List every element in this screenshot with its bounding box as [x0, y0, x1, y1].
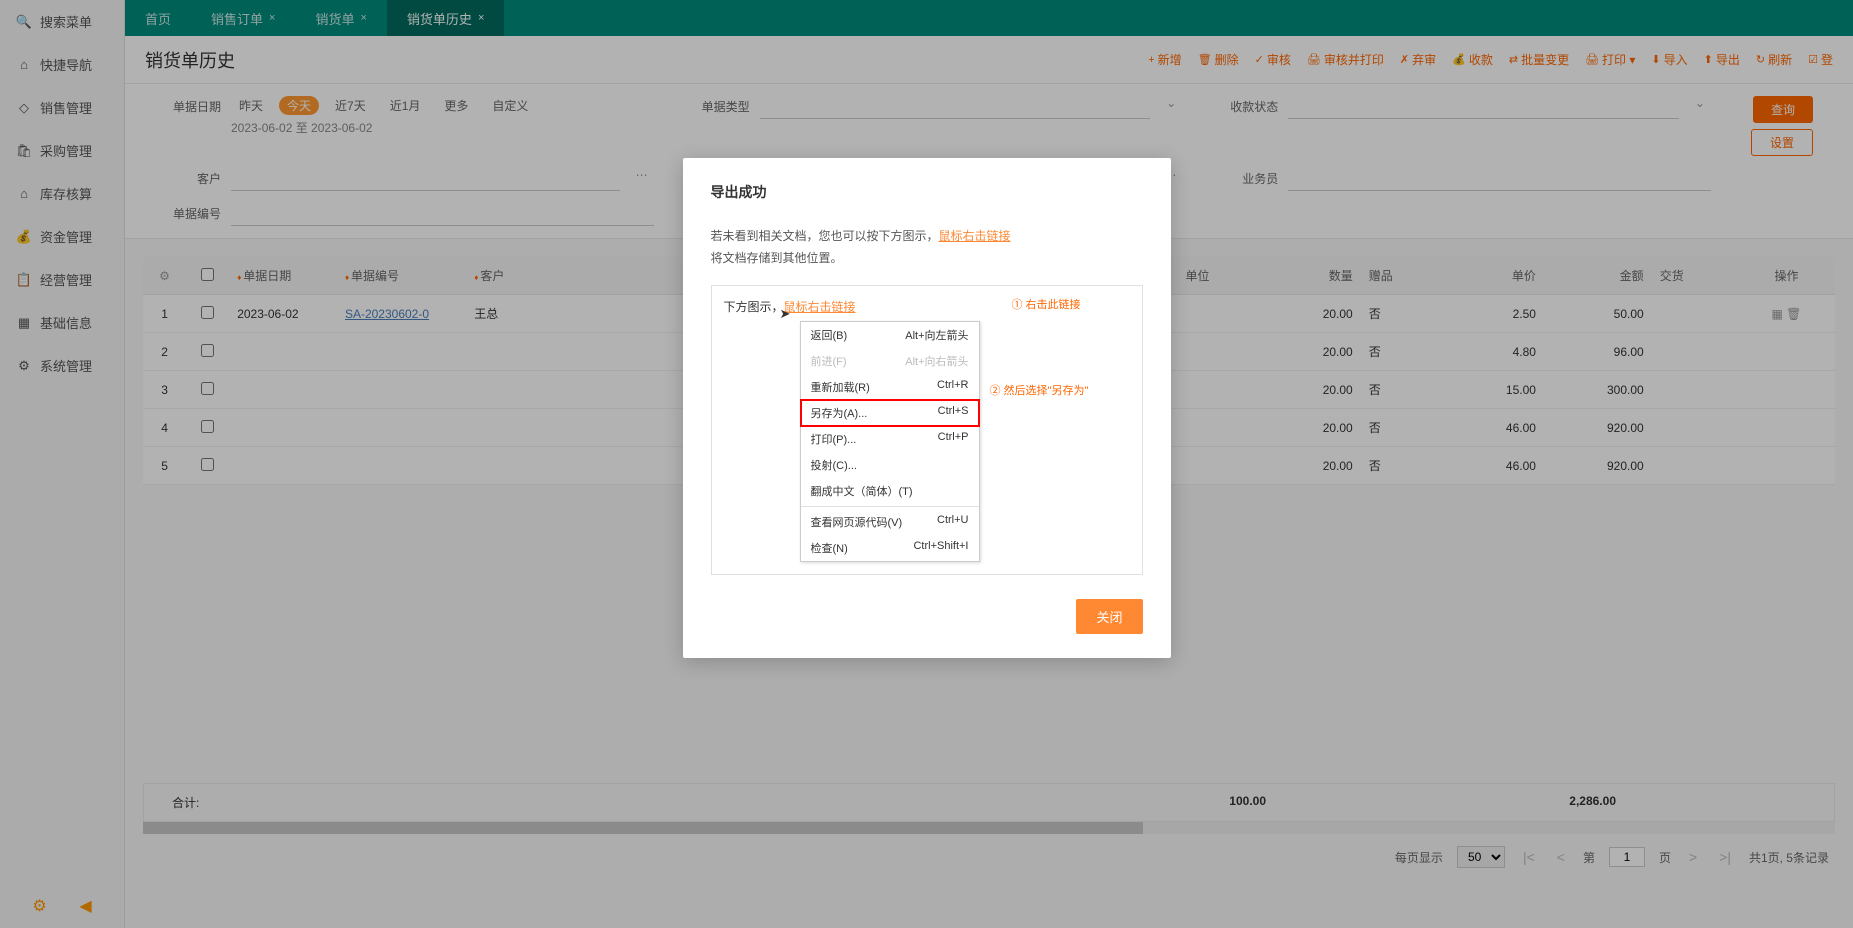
context-menu-example: 返回(B)Alt+向左箭头前进(F)Alt+向右箭头重新加载(R)Ctrl+R另… — [800, 321, 980, 562]
modal-overlay[interactable]: 导出成功 若未看到相关文档，您也可以按下方图示，鼠标右击链接 将文档存储到其他位… — [0, 0, 1853, 928]
annotation-1: ① 右击此链接 — [1012, 296, 1081, 312]
modal-illustration: 下方图示，鼠标右击链接 ➤ ① 右击此链接 ② 然后选择"另存为" 返回(B)A… — [711, 285, 1143, 575]
ctx-item: 返回(B)Alt+向左箭头 — [801, 322, 979, 348]
ctx-item: 检查(N)Ctrl+Shift+I — [801, 535, 979, 561]
cursor-icon: ➤ — [780, 306, 791, 322]
ctx-item: 前进(F)Alt+向右箭头 — [801, 348, 979, 374]
modal-text: 若未看到相关文档，您也可以按下方图示，鼠标右击链接 将文档存储到其他位置。 — [711, 226, 1143, 269]
ctx-item: 投射(C)... — [801, 452, 979, 478]
example-link: 鼠标右击链接 — [784, 300, 856, 314]
ctx-item: 查看网页源代码(V)Ctrl+U — [801, 509, 979, 535]
ctx-item: 打印(P)...Ctrl+P — [801, 426, 979, 452]
ctx-item: 翻成中文（简体）(T) — [801, 478, 979, 504]
modal-link[interactable]: 鼠标右击链接 — [939, 229, 1011, 243]
export-success-modal: 导出成功 若未看到相关文档，您也可以按下方图示，鼠标右击链接 将文档存储到其他位… — [683, 158, 1171, 658]
close-button[interactable]: 关闭 — [1076, 599, 1142, 634]
ctx-item: 另存为(A)...Ctrl+S — [801, 400, 979, 426]
modal-title: 导出成功 — [711, 182, 1143, 202]
ctx-item: 重新加载(R)Ctrl+R — [801, 374, 979, 400]
annotation-2: ② 然后选择"另存为" — [990, 382, 1089, 398]
